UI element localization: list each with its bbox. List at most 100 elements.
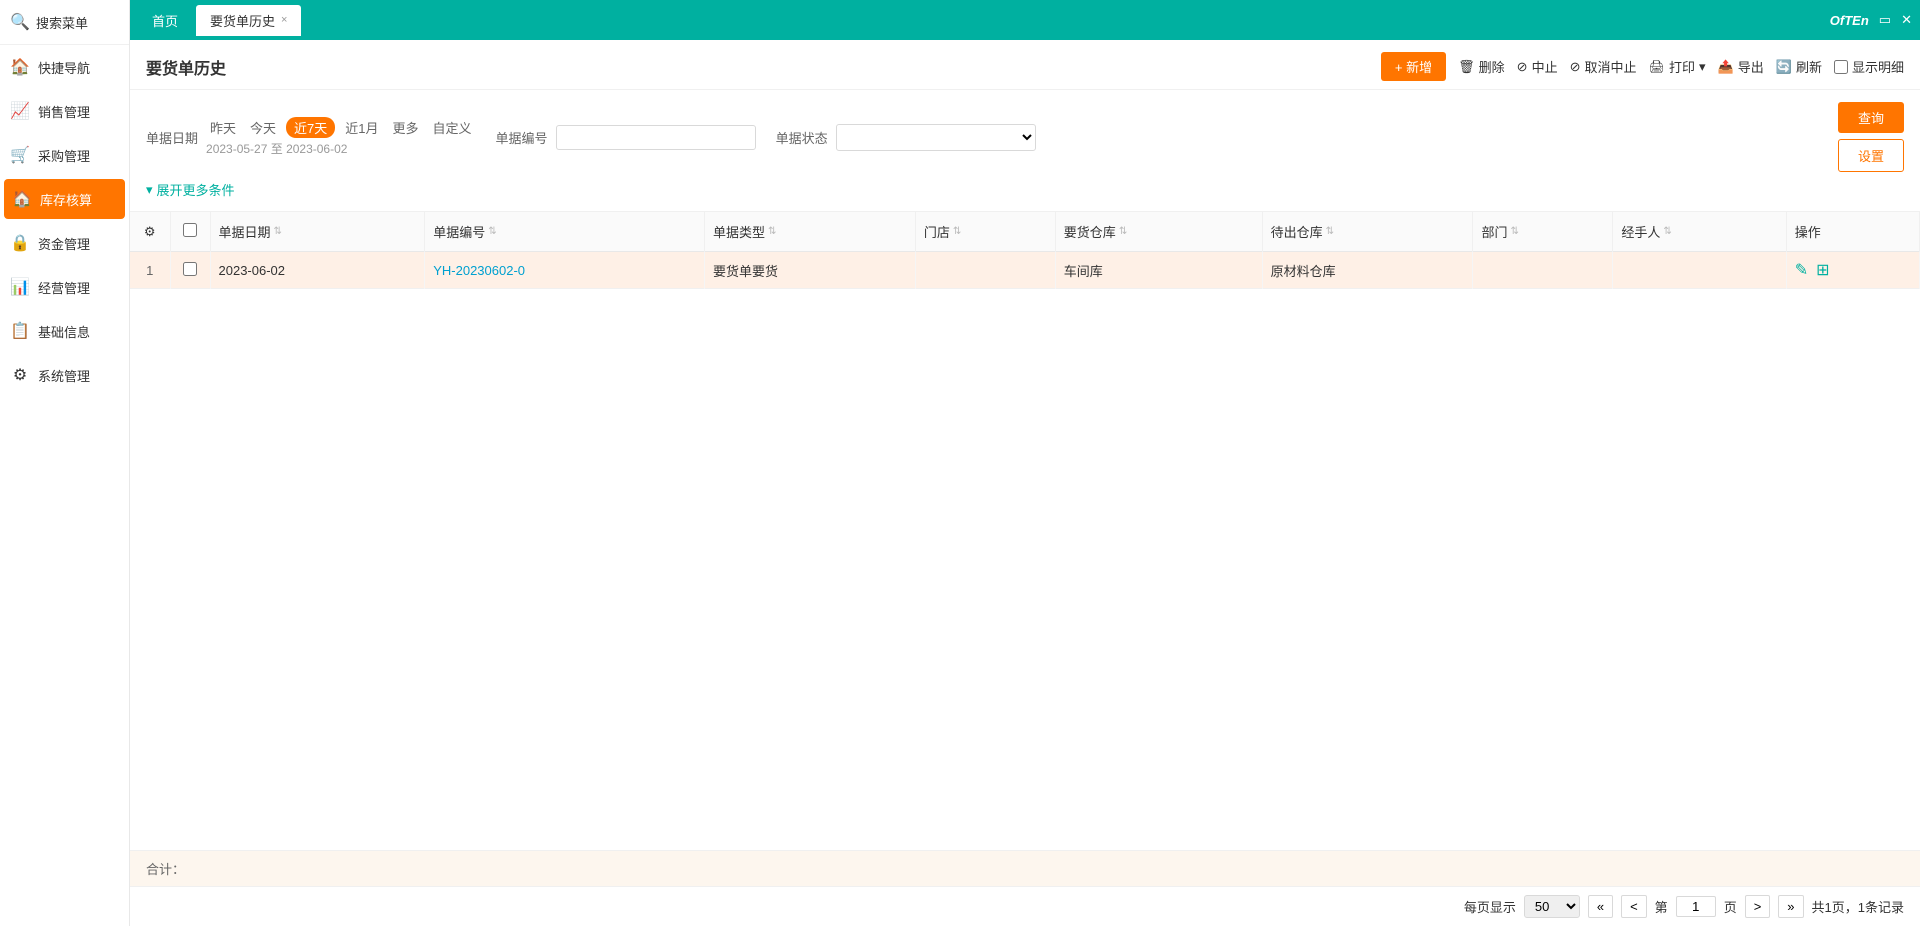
- per-page-select[interactable]: 50 10 20 100: [1524, 895, 1580, 918]
- col-date[interactable]: 单据日期 ⇅: [210, 212, 425, 252]
- show-detail-button[interactable]: 显示明细: [1834, 57, 1904, 76]
- delete-icon: 🗑: [1458, 59, 1475, 75]
- sidebar-item-label: 库存核算: [40, 190, 92, 209]
- sort-icon: ⇅: [1119, 226, 1127, 237]
- doc-no-input[interactable]: [556, 125, 756, 150]
- last-page-button[interactable]: »: [1778, 895, 1803, 918]
- topbar: 首页 要货单历史 × OfTEn ▭ ✕: [130, 0, 1920, 40]
- cell-doc-no[interactable]: YH-20230602-0: [425, 252, 705, 289]
- col-doc-type[interactable]: 单据类型 ⇅: [704, 212, 915, 252]
- edit-icon[interactable]: ✎: [1795, 260, 1808, 280]
- sidebar-item-sales[interactable]: 📈 销售管理: [0, 89, 129, 133]
- new-button[interactable]: + 新增: [1381, 52, 1446, 81]
- filter-actions: 查询 设置: [1838, 102, 1904, 172]
- home-icon: 🏠: [10, 57, 30, 77]
- date-filter-label: 单据日期: [146, 128, 198, 147]
- sidebar-item-label: 采购管理: [38, 146, 90, 165]
- detail-icon[interactable]: ⊞: [1816, 260, 1829, 280]
- filter-row: 单据日期 昨天 今天 近7天 近1月 更多 自定义 2023-05-27 至 2…: [146, 102, 1904, 172]
- sidebar-item-operation[interactable]: 📊 经营管理: [0, 265, 129, 309]
- sidebar-item-basic[interactable]: 📋 基础信息: [0, 309, 129, 353]
- close-icon[interactable]: ✕: [1901, 12, 1912, 28]
- show-detail-checkbox[interactable]: [1834, 60, 1848, 74]
- sort-icon: ⇅: [1326, 226, 1334, 237]
- cancel-suspend-button[interactable]: ⊘ 取消中止: [1570, 57, 1637, 76]
- print-button[interactable]: 🖨 打印 ▾: [1649, 57, 1706, 76]
- tab-home[interactable]: 首页: [138, 5, 192, 36]
- date-opt-more[interactable]: 更多: [389, 117, 423, 138]
- col-department-label: 部门: [1481, 222, 1507, 241]
- print-dropdown-icon: ▾: [1699, 59, 1706, 75]
- date-opt-yesterday[interactable]: 昨天: [206, 117, 240, 138]
- chevron-down-icon: ▾: [146, 182, 153, 198]
- col-req-warehouse-label: 要货仓库: [1064, 222, 1116, 241]
- export-icon: 📤: [1718, 59, 1734, 75]
- expand-more-label: 展开更多条件: [157, 180, 235, 199]
- suspend-button[interactable]: ⊘ 中止: [1517, 57, 1558, 76]
- col-store[interactable]: 门店 ⇅: [915, 212, 1055, 252]
- sort-icon: ⇅: [768, 226, 776, 237]
- expand-more-button[interactable]: ▾ 展开更多条件: [146, 180, 1904, 199]
- cancel-suspend-icon: ⊘: [1570, 59, 1581, 75]
- content-area: 要货单历史 + 新增 🗑 删除 ⊘ 中止 ⊘ 取消中止 🖨 打印: [130, 40, 1920, 926]
- cell-pending-warehouse: 原材料仓库: [1262, 252, 1473, 289]
- tab-home-label: 首页: [152, 11, 178, 30]
- col-settings[interactable]: ⚙: [130, 212, 170, 252]
- sidebar-item-quick-nav[interactable]: 🏠 快捷导航: [0, 45, 129, 89]
- status-select[interactable]: [836, 124, 1036, 151]
- export-button[interactable]: 📤 导出: [1718, 57, 1764, 76]
- page-number-input[interactable]: [1676, 896, 1716, 917]
- col-handler-label: 经手人: [1621, 222, 1660, 241]
- cell-checkbox: [170, 252, 210, 289]
- table-row[interactable]: 1 2023-06-02 YH-20230602-0 要货单要货 车间库 原材料…: [130, 252, 1920, 289]
- filter-settings-button[interactable]: 设置: [1838, 139, 1904, 172]
- col-pending-warehouse[interactable]: 待出仓库 ⇅: [1262, 212, 1473, 252]
- query-button[interactable]: 查询: [1838, 102, 1904, 133]
- sidebar-item-purchase[interactable]: 🛒 采购管理: [0, 133, 129, 177]
- sidebar-item-finance[interactable]: 🔒 资金管理: [0, 221, 129, 265]
- date-opt-custom[interactable]: 自定义: [429, 117, 476, 138]
- col-handler[interactable]: 经手人 ⇅: [1613, 212, 1786, 252]
- page-title: 要货单历史: [146, 55, 226, 79]
- page-suffix: 页: [1724, 897, 1737, 916]
- prev-page-button[interactable]: <: [1621, 895, 1647, 918]
- export-label: 导出: [1738, 57, 1764, 76]
- col-doc-no[interactable]: 单据编号 ⇅: [425, 212, 705, 252]
- toolbar: + 新增 🗑 删除 ⊘ 中止 ⊘ 取消中止 🖨 打印 ▾: [1381, 52, 1904, 81]
- next-page-button[interactable]: >: [1745, 895, 1771, 918]
- first-page-button[interactable]: «: [1588, 895, 1613, 918]
- refresh-icon: 🔄: [1776, 59, 1792, 75]
- doc-no-link[interactable]: YH-20230602-0: [433, 263, 525, 278]
- cell-department: [1473, 252, 1613, 289]
- print-label: 打印: [1669, 57, 1695, 76]
- tab-requisition-history[interactable]: 要货单历史 ×: [196, 5, 301, 36]
- sort-icon: ⇅: [1510, 226, 1518, 237]
- date-opt-today[interactable]: 今天: [246, 117, 280, 138]
- date-opt-7days[interactable]: 近7天: [286, 117, 335, 138]
- system-icon: ⚙: [10, 365, 30, 385]
- date-filter: 单据日期 昨天 今天 近7天 近1月 更多 自定义 2023-05-27 至 2…: [146, 117, 476, 157]
- sort-icon: ⇅: [953, 226, 961, 237]
- col-checkbox: [170, 212, 210, 252]
- tab-close-icon[interactable]: ×: [281, 14, 287, 26]
- cell-doc-type: 要货单要货: [704, 252, 915, 289]
- page-prefix: 第: [1655, 897, 1668, 916]
- sidebar-item-inventory[interactable]: 🏠 库存核算: [4, 179, 125, 219]
- row-checkbox[interactable]: [183, 262, 197, 276]
- delete-button[interactable]: 🗑 删除: [1458, 57, 1505, 76]
- cell-req-warehouse: 车间库: [1055, 252, 1262, 289]
- print-icon: 🖨: [1649, 59, 1666, 75]
- doc-no-filter: 单据编号: [496, 125, 756, 150]
- select-all-checkbox[interactable]: [183, 223, 197, 237]
- restore-icon[interactable]: ▭: [1879, 12, 1891, 28]
- sidebar-search-label: 搜索菜单: [36, 13, 88, 32]
- sidebar-search[interactable]: 🔍 搜索菜单: [0, 0, 129, 45]
- col-req-warehouse[interactable]: 要货仓库 ⇅: [1055, 212, 1262, 252]
- refresh-button[interactable]: 🔄 刷新: [1776, 57, 1822, 76]
- cell-date: 2023-06-02: [210, 252, 425, 289]
- sidebar-item-label: 快捷导航: [38, 58, 90, 77]
- date-opt-1month[interactable]: 近1月: [341, 117, 382, 138]
- col-department[interactable]: 部门 ⇅: [1473, 212, 1613, 252]
- col-action: 操作: [1786, 212, 1919, 252]
- sidebar-item-system[interactable]: ⚙ 系统管理: [0, 353, 129, 397]
